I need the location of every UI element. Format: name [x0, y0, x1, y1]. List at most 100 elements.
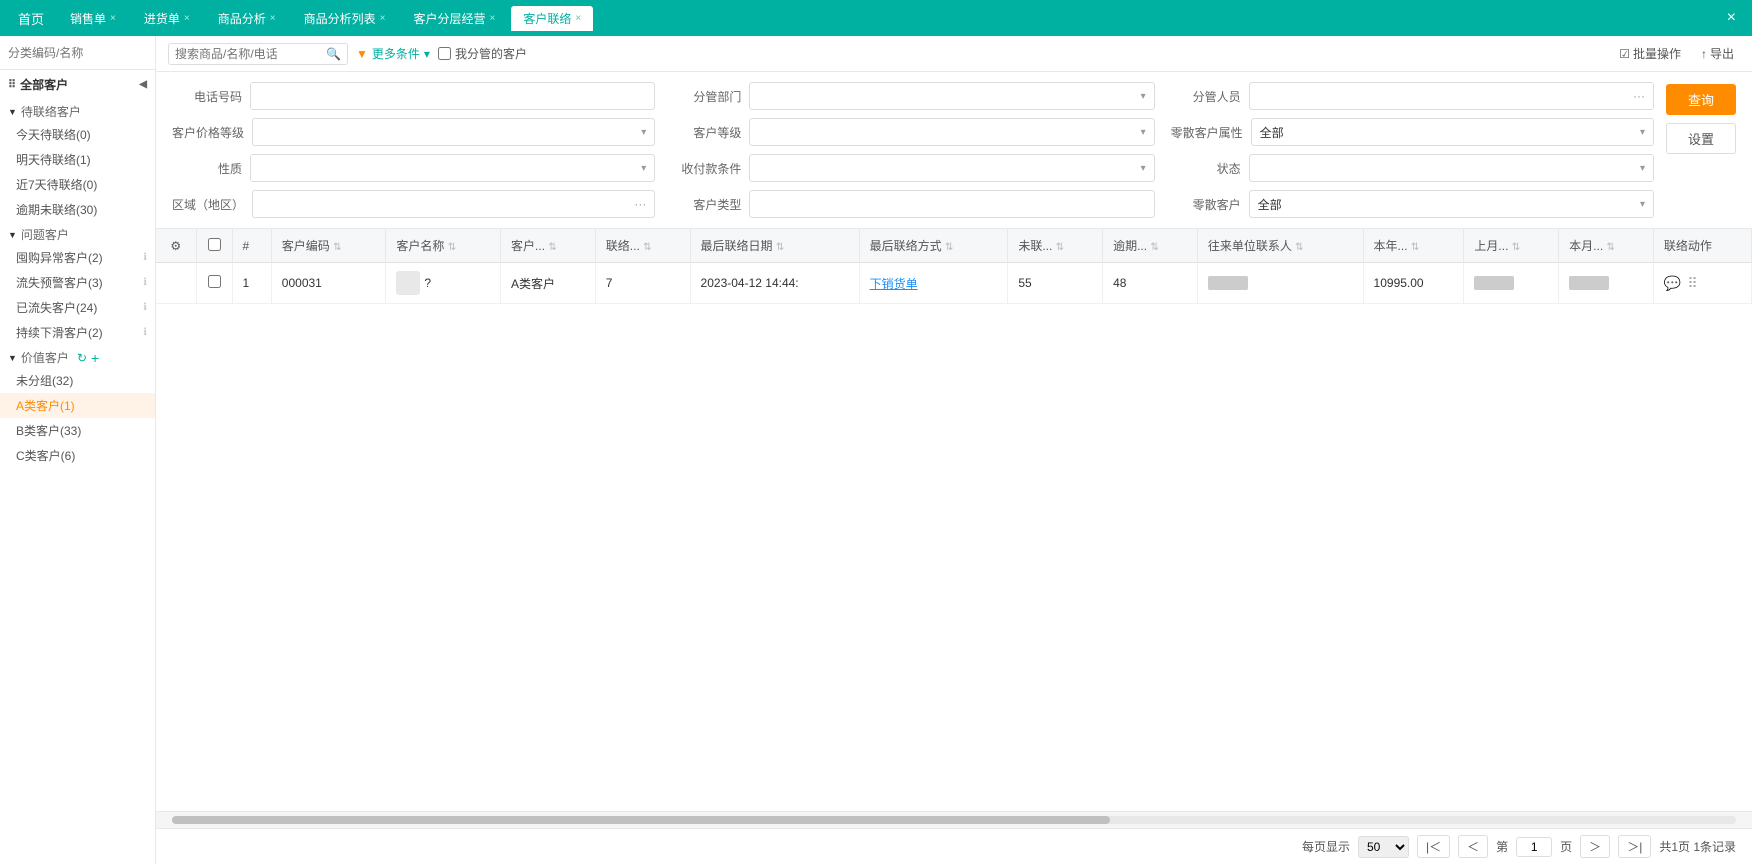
sort-icon-this-month: ⇅ [1607, 242, 1615, 253]
price-level-select[interactable]: ▾ [252, 118, 655, 146]
sidebar-item-class-a[interactable]: A类客户(1) [0, 393, 155, 418]
add-icon[interactable]: + [91, 350, 99, 366]
sidebar-search-input[interactable] [8, 46, 156, 60]
payment-select[interactable]: ▾ [749, 154, 1154, 182]
close-window-icon[interactable]: × [1719, 7, 1744, 28]
toolbar-search-input[interactable] [175, 47, 322, 61]
batch-ops-btn[interactable]: ☑ 批量操作 [1613, 42, 1687, 65]
toolbar-search-box: 🔍 [168, 43, 348, 65]
nav-tab-purchase[interactable]: 进货单 × [132, 6, 202, 31]
close-customer-mgmt-tab[interactable]: × [489, 13, 495, 24]
sidebar-item-class-b[interactable]: B类客户(33) [0, 418, 155, 443]
sidebar-item-today[interactable]: 今天待联络(0) [0, 122, 155, 147]
sidebar-search-container: 🔍 [0, 36, 155, 70]
chat-icon[interactable]: 💬 [1664, 275, 1681, 292]
close-analysis-tab[interactable]: × [270, 13, 276, 24]
sidebar-item-churned[interactable]: 已流失客户(24) ℹ [0, 295, 155, 320]
select-all-checkbox[interactable] [208, 238, 221, 251]
table-container: ⚙ # 客户编码 ⇅ 客户名称 ⇅ [156, 229, 1752, 811]
dept-select[interactable]: ▾ [749, 82, 1154, 110]
more-filter-btn[interactable]: ▼ 更多条件 ▾ [356, 45, 430, 62]
last-page-btn[interactable]: ＞| [1618, 835, 1651, 858]
first-page-btn[interactable]: |＜ [1417, 835, 1450, 858]
sidebar-item-tomorrow[interactable]: 明天待联络(1) [0, 147, 155, 172]
th-no-contact[interactable]: 未联... ⇅ [1008, 229, 1103, 263]
value-customers-group[interactable]: ▼ 价值客户 ↻ + [0, 345, 155, 368]
nav-tab-customer-mgmt[interactable]: 客户分层经营 × [401, 6, 507, 31]
customer-level-caret: ▾ [1141, 127, 1146, 138]
query-button[interactable]: 查询 [1666, 84, 1736, 115]
my-customers-checkbox[interactable] [438, 47, 451, 60]
th-type[interactable]: 客户... ⇅ [501, 229, 596, 263]
th-overdue[interactable]: 逾期... ⇅ [1103, 229, 1198, 263]
close-purchase-tab[interactable]: × [184, 13, 190, 24]
page-input[interactable] [1516, 837, 1552, 857]
scroll-bar-track[interactable] [172, 816, 1736, 824]
close-sales-tab[interactable]: × [110, 13, 116, 24]
th-last-contact-method[interactable]: 最后联络方式 ⇅ [859, 229, 1008, 263]
sidebar-item-unclassified[interactable]: 未分组(32) [0, 368, 155, 393]
last-month-cell [1464, 263, 1559, 304]
nature-select[interactable]: ▾ [250, 154, 655, 182]
top-nav: 首页 销售单 × 进货单 × 商品分析 × 商品分析列表 × 客户分层经营 × … [0, 0, 1752, 36]
next-page-btn[interactable]: ＞ [1580, 835, 1610, 858]
person-select[interactable]: ··· [1249, 82, 1654, 110]
my-customers-checkbox-label[interactable]: 我分管的客户 [438, 45, 527, 62]
th-contact[interactable]: 联络... ⇅ [595, 229, 690, 263]
overdue-cell: 48 [1103, 263, 1198, 304]
checkbox-column-header[interactable] [196, 229, 232, 263]
nav-tab-analysis[interactable]: 商品分析 × [206, 6, 288, 31]
last-contact-method-link[interactable]: 下销货单 [870, 277, 918, 291]
nav-home[interactable]: 首页 [8, 5, 54, 32]
region-select[interactable]: ··· [252, 190, 655, 218]
filter-status: 状态 ▾ [1171, 154, 1654, 182]
th-this-year[interactable]: 本年... ⇅ [1363, 229, 1464, 263]
unit-contact-cell [1197, 263, 1363, 304]
close-analysis-list-tab[interactable]: × [380, 13, 386, 24]
phone-input[interactable] [250, 82, 655, 110]
th-last-contact-date[interactable]: 最后联络日期 ⇅ [690, 229, 859, 263]
nav-tab-customer-contact[interactable]: 客户联络 × [511, 6, 593, 31]
th-unit-contact[interactable]: 往来单位联系人 ⇅ [1197, 229, 1363, 263]
pending-contact-group[interactable]: ▼ 待联络客户 [0, 99, 155, 122]
sort-icon-name: ⇅ [448, 242, 456, 253]
toolbar: 🔍 ▼ 更多条件 ▾ 我分管的客户 ☑ 批量操作 ↑ 导出 [156, 36, 1752, 72]
customer-level-select[interactable]: ▾ [749, 118, 1154, 146]
checkbox-cell[interactable] [196, 263, 232, 304]
export-btn[interactable]: ↑ 导出 [1695, 42, 1740, 65]
sidebar-item-churn-warning[interactable]: 流失预警客户(3) ℹ [0, 270, 155, 295]
toolbar-search-icon[interactable]: 🔍 [326, 47, 341, 61]
refresh-icon[interactable]: ↻ [77, 351, 87, 365]
retail-attr-select[interactable]: 全部 ▾ [1251, 118, 1654, 146]
sidebar-item-overdue[interactable]: 逾期未联络(30) [0, 197, 155, 222]
filter-price-level: 客户价格等级 ▾ [172, 118, 655, 146]
th-last-month[interactable]: 上月... ⇅ [1464, 229, 1559, 263]
scroll-bar-thumb[interactable] [172, 816, 1110, 824]
sidebar-item-class-c[interactable]: C类客户(6) [0, 443, 155, 468]
row-checkbox[interactable] [208, 275, 221, 288]
nav-tab-sales[interactable]: 销售单 × [58, 6, 128, 31]
prev-page-btn[interactable]: ＜ [1458, 835, 1488, 858]
filter-customer-level: 客户等级 ▾ [671, 118, 1154, 146]
sidebar-item-declining[interactable]: 持续下滑客户(2) ℹ [0, 320, 155, 345]
customer-type-input[interactable] [749, 190, 1154, 218]
close-customer-contact-tab[interactable]: × [575, 13, 581, 24]
sort-icon-code: ⇅ [333, 242, 341, 253]
page-size-select[interactable]: 50 10 20 100 [1358, 836, 1409, 858]
all-customers-header[interactable]: ⠿ 全部客户 ◀ [0, 70, 155, 99]
sort-icon-contact: ⇅ [643, 242, 651, 253]
problem-customers-group[interactable]: ▼ 问题客户 [0, 222, 155, 245]
status-select[interactable]: ▾ [1249, 154, 1654, 182]
sidebar-item-7days[interactable]: 近7天待联络(0) [0, 172, 155, 197]
th-code[interactable]: 客户编码 ⇅ [271, 229, 386, 263]
sidebar-item-abnormal[interactable]: 囤购异常客户(2) ℹ [0, 245, 155, 270]
settings-button[interactable]: 设置 [1666, 123, 1736, 154]
nav-tab-analysis-list[interactable]: 商品分析列表 × [292, 6, 398, 31]
th-this-month[interactable]: 本月... ⇅ [1559, 229, 1654, 263]
qr-icon[interactable]: ⠿ [1687, 275, 1697, 292]
gear-column-header[interactable]: ⚙ [156, 229, 196, 263]
retail-customer-select[interactable]: 全部 ▾ [1249, 190, 1654, 218]
th-actions: 联络动作 [1653, 229, 1751, 263]
th-name[interactable]: 客户名称 ⇅ [386, 229, 501, 263]
last-contact-method-cell[interactable]: 下销货单 [859, 263, 1008, 304]
